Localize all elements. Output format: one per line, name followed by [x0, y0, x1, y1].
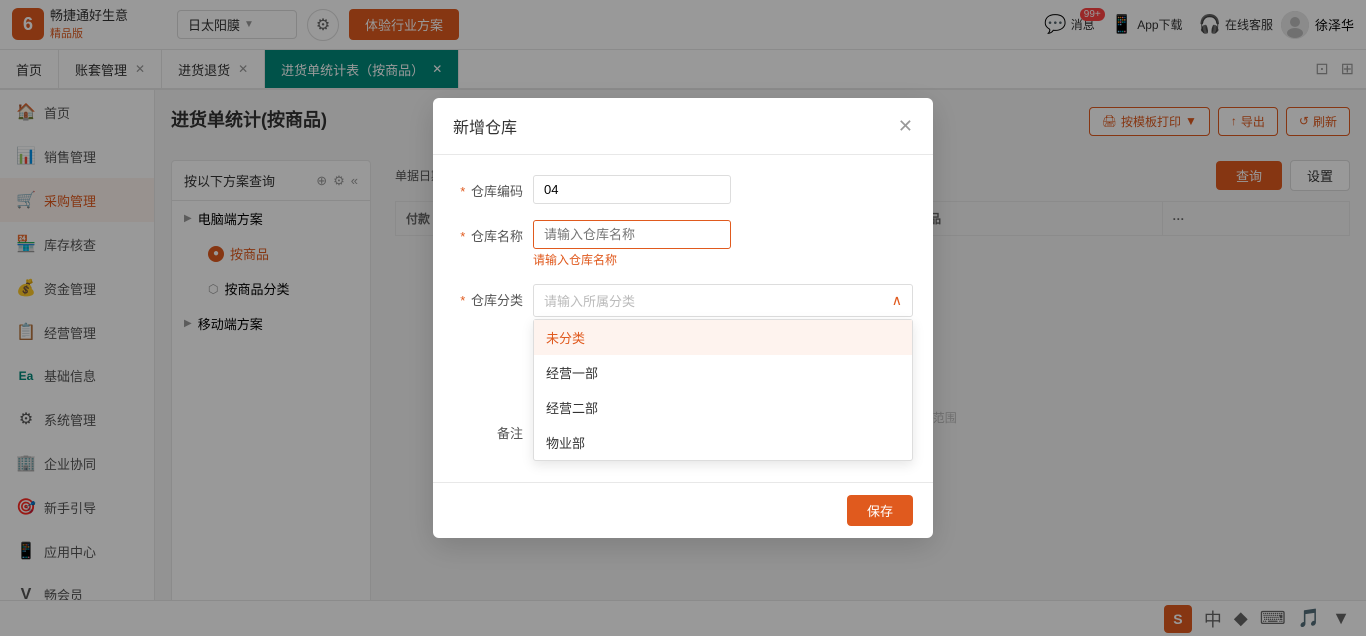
dropdown-item-property[interactable]: 物业部: [534, 425, 912, 460]
name-error-text: 请输入仓库名称: [533, 251, 913, 268]
modal-close-icon[interactable]: ✕: [898, 117, 913, 135]
form-row-name: * 仓库名称 请输入仓库名称: [453, 220, 913, 268]
category-placeholder: 请输入所属分类: [544, 291, 635, 310]
name-input[interactable]: [533, 220, 731, 249]
code-input[interactable]: [533, 175, 731, 204]
modal-footer: 保存: [433, 482, 933, 538]
dropdown-item-uncategorized[interactable]: 未分类: [534, 320, 912, 355]
form-row-category: * 仓库分类 请输入所属分类 ∧ 未分类 经营一部 经营二部 物业部: [453, 284, 913, 317]
modal-new-warehouse: 新增仓库 ✕ * 仓库编码 * 仓库名称: [433, 98, 933, 538]
form-row-code: * 仓库编码: [453, 175, 913, 204]
modal-title: 新增仓库: [453, 114, 517, 138]
code-label: * 仓库编码: [453, 175, 523, 200]
cat-required-mark: *: [460, 293, 465, 308]
dropdown-item-dept2[interactable]: 经营二部: [534, 390, 912, 425]
category-arrow-icon: ∧: [892, 292, 902, 309]
name-required-mark: *: [460, 229, 465, 244]
save-btn[interactable]: 保存: [847, 495, 913, 526]
modal-header: 新增仓库 ✕: [433, 98, 933, 155]
dropdown-item-dept1[interactable]: 经营一部: [534, 355, 912, 390]
name-label: * 仓库名称: [453, 220, 523, 245]
category-field-wrap: 请输入所属分类 ∧ 未分类 经营一部 经营二部 物业部: [533, 284, 913, 317]
code-field-wrap: [533, 175, 913, 204]
required-mark: *: [460, 184, 465, 199]
category-dropdown-list: 未分类 经营一部 经营二部 物业部: [533, 319, 913, 461]
modal-overlay: 新增仓库 ✕ * 仓库编码 * 仓库名称: [0, 0, 1366, 636]
category-dropdown[interactable]: 请输入所属分类 ∧: [533, 284, 913, 317]
modal-body: * 仓库编码 * 仓库名称 请输入仓库名称: [433, 155, 933, 482]
note-label: 备注: [453, 417, 523, 442]
name-field-wrap: 请输入仓库名称: [533, 220, 913, 268]
category-label: * 仓库分类: [453, 284, 523, 309]
